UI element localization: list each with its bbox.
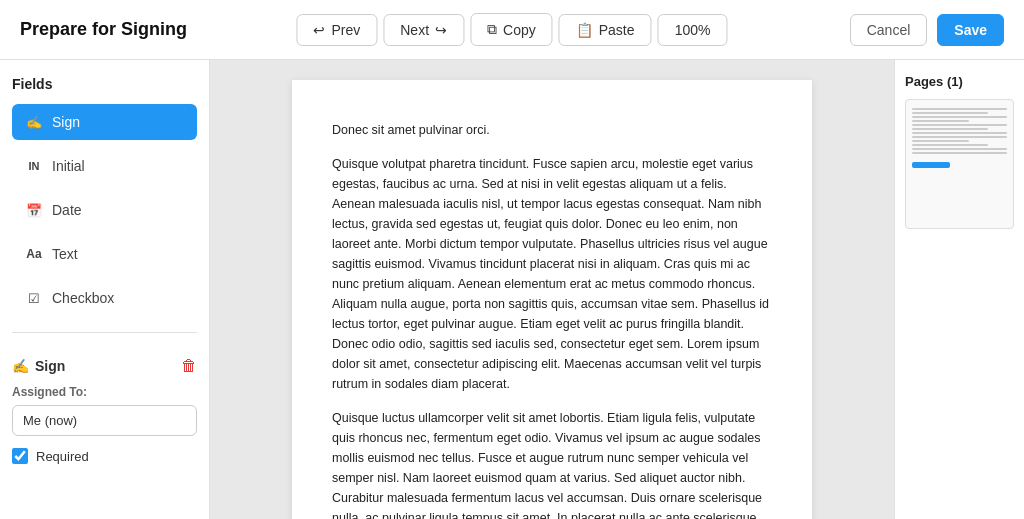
thumb-line-12 [912,152,1007,154]
sign-panel-header: ✍ Sign 🗑 [12,357,197,375]
copy-button[interactable]: ⧉ Copy [470,13,553,46]
paste-label: Paste [599,22,635,38]
doc-paragraph-1: Donec sit amet pulvinar orci. [332,120,772,140]
assigned-to-input[interactable] [12,405,197,436]
required-label: Required [36,449,89,464]
save-button[interactable]: Save [937,14,1004,46]
doc-paragraph-2: Quisque volutpat pharetra tincidunt. Fus… [332,154,772,394]
zoom-display: 100% [658,14,728,46]
sidebar-item-initial-label: Initial [52,158,85,174]
thumb-line-7 [912,132,1007,134]
copy-icon: ⧉ [487,21,497,38]
sidebar-item-sign[interactable]: ✍ Sign [12,104,197,140]
thumb-line-8 [912,136,1007,138]
thumb-content [906,100,1013,174]
fields-title: Fields [12,76,197,92]
copy-label: Copy [503,22,536,38]
topbar-left: Prepare for Signing [20,19,187,40]
prev-icon: ↩ [313,22,325,38]
initial-icon: IN [24,156,44,176]
sign-icon: ✍ [24,112,44,132]
sidebar-divider [12,332,197,333]
thumb-line-3 [912,116,1007,118]
sidebar-item-date-label: Date [52,202,82,218]
sign-panel-title-text: Sign [35,358,65,374]
thumb-line-1 [912,108,1007,110]
sidebar-item-checkbox[interactable]: ☑ Checkbox [12,280,197,316]
cancel-button[interactable]: Cancel [850,14,928,46]
thumb-line-9 [912,140,969,142]
doc-paragraph-3: Quisque luctus ullamcorper velit sit ame… [332,408,772,519]
thumb-line-4 [912,120,969,122]
topbar-center: ↩ Prev Next ↪ ⧉ Copy 📋 Paste 100% [296,13,727,46]
topbar: Prepare for Signing ↩ Prev Next ↪ ⧉ Copy… [0,0,1024,60]
page-title: Prepare for Signing [20,19,187,40]
assigned-to-label: Assigned To: [12,385,197,399]
document-area[interactable]: Donec sit amet pulvinar orci. Quisque vo… [210,60,894,519]
sidebar-right: Pages (1) [894,60,1024,519]
prev-label: Prev [331,22,360,38]
next-icon: ↪ [435,22,447,38]
sidebar-item-checkbox-label: Checkbox [52,290,114,306]
required-checkbox[interactable] [12,448,28,464]
thumb-accent [912,162,950,168]
thumb-line-5 [912,124,1007,126]
document-page: Donec sit amet pulvinar orci. Quisque vo… [292,80,812,519]
sidebar-item-initial[interactable]: IN Initial [12,148,197,184]
thumb-line-10 [912,144,988,146]
required-row: Required [12,448,197,464]
page-thumbnail[interactable] [905,99,1014,229]
prev-button[interactable]: ↩ Prev [296,14,377,46]
paste-icon: 📋 [576,22,593,38]
text-icon: Aa [24,244,44,264]
sign-panel-title: ✍ Sign [12,358,65,374]
pages-title: Pages (1) [905,74,1014,89]
thumb-line-11 [912,148,1007,150]
sign-panel-icon: ✍ [12,358,29,374]
sidebar-item-sign-label: Sign [52,114,80,130]
checkbox-icon: ☑ [24,288,44,308]
sidebar-item-text[interactable]: Aa Text [12,236,197,272]
delete-sign-button[interactable]: 🗑 [181,357,197,375]
paste-button[interactable]: 📋 Paste [559,14,652,46]
topbar-right: Cancel Save [850,14,1004,46]
main-layout: Fields ✍ Sign IN Initial 📅 Date Aa Text … [0,60,1024,519]
thumb-line-2 [912,112,988,114]
thumb-line-6 [912,128,988,130]
next-button[interactable]: Next ↪ [383,14,464,46]
sidebar-left: Fields ✍ Sign IN Initial 📅 Date Aa Text … [0,60,210,519]
sidebar-item-text-label: Text [52,246,78,262]
next-label: Next [400,22,429,38]
sign-panel: ✍ Sign 🗑 Assigned To: Required [12,349,197,472]
date-icon: 📅 [24,200,44,220]
sidebar-item-date[interactable]: 📅 Date [12,192,197,228]
